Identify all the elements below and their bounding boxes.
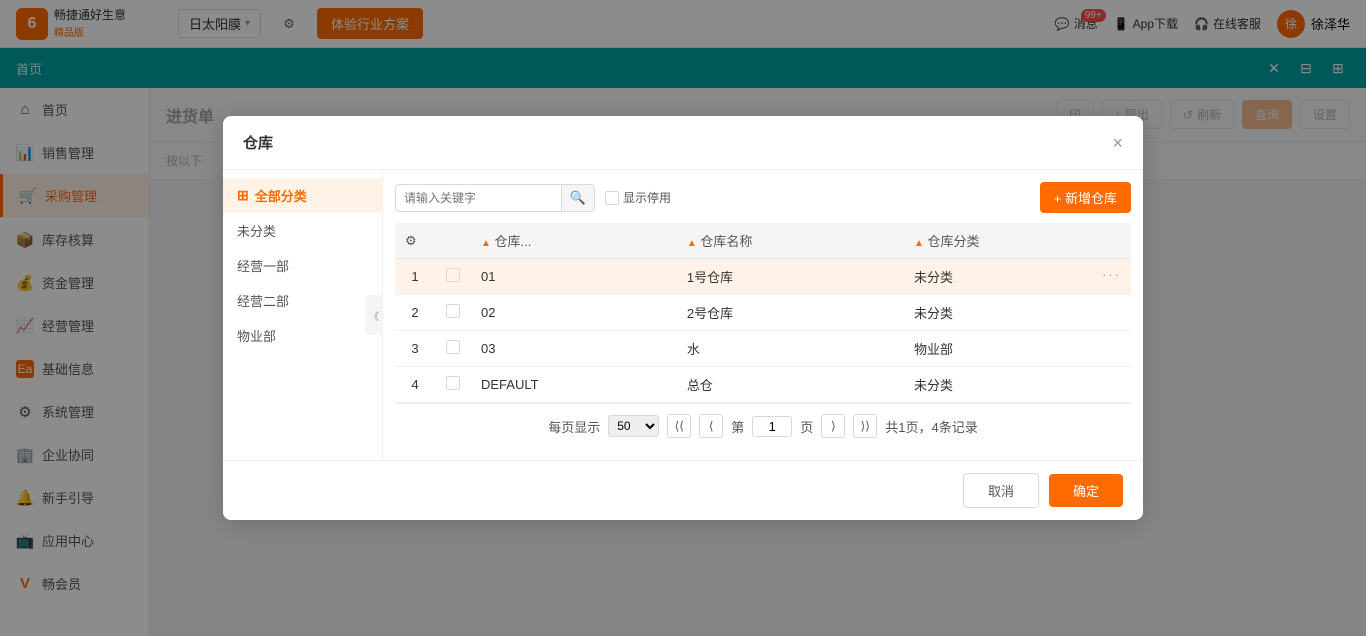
warehouse-modal: 仓库 × ⊞ 全部分类 未分类 经营一部 经营二部 物业部 《 xyxy=(223,116,1143,520)
category-item-ops1[interactable]: 经营一部 xyxy=(223,248,382,283)
sort-icon: ▲ xyxy=(481,238,491,249)
row-name: 1号仓库 xyxy=(677,259,904,295)
search-input[interactable] xyxy=(396,186,561,210)
modal-close-button[interactable]: × xyxy=(1112,134,1123,152)
category-item-uncategorized[interactable]: 未分类 xyxy=(223,213,382,248)
row-category: 物业部 xyxy=(904,331,1131,367)
page-size-select[interactable]: 50 10 20 100 xyxy=(608,415,659,437)
row-checkbox-cell[interactable] xyxy=(435,259,471,295)
pagination-bar: 每页显示 50 10 20 100 ⟨⟨ ⟨ 第 页 ⟩ ⟩⟩ 共1页，4条记录 xyxy=(395,403,1131,448)
row-code: DEFAULT xyxy=(471,367,677,403)
warehouse-table: ⚙ ▲ 仓库... ▲ 仓库名称 ▲ 仓库分类 xyxy=(395,223,1131,403)
table-row[interactable]: 3 03 水 物业部 xyxy=(395,331,1131,367)
category-item-ops2[interactable]: 经营二部 xyxy=(223,283,382,318)
th-category: ▲ 仓库分类 xyxy=(904,223,1131,259)
row-category: 未分类 ··· xyxy=(904,259,1131,295)
row-name: 总仓 xyxy=(677,367,904,403)
page-label: 第 xyxy=(731,417,744,436)
prev-page-button[interactable]: ⟨ xyxy=(699,414,723,438)
sort-icon3: ▲ xyxy=(914,238,924,249)
modal-header: 仓库 × xyxy=(223,116,1143,170)
modal-footer: 取消 确定 xyxy=(223,460,1143,520)
row-checkbox[interactable] xyxy=(446,376,460,390)
row-code: 03 xyxy=(471,331,677,367)
modal-overlay: 仓库 × ⊞ 全部分类 未分类 经营一部 经营二部 物业部 《 xyxy=(0,0,1366,636)
row-checkbox-cell[interactable] xyxy=(435,367,471,403)
table-row[interactable]: 2 02 2号仓库 未分类 xyxy=(395,295,1131,331)
row-num: 1 xyxy=(395,259,435,295)
page-summary: 共1页，4条记录 xyxy=(885,417,977,436)
page-unit: 页 xyxy=(800,417,813,436)
add-warehouse-button[interactable]: + 新增仓库 xyxy=(1040,182,1131,213)
row-checkbox[interactable] xyxy=(446,268,460,282)
th-name: ▲ 仓库名称 xyxy=(677,223,904,259)
row-num: 2 xyxy=(395,295,435,331)
table-row[interactable]: 1 01 1号仓库 未分类 ··· xyxy=(395,259,1131,295)
show-disabled-label[interactable]: 显示停用 xyxy=(605,189,671,206)
sort-icon2: ▲ xyxy=(687,238,697,249)
search-button[interactable]: 🔍 xyxy=(561,185,594,211)
row-category: 未分类 xyxy=(904,295,1131,331)
modal-body: ⊞ 全部分类 未分类 经营一部 经营二部 物业部 《 🔍 xyxy=(223,170,1143,460)
table-header-row: ⚙ ▲ 仓库... ▲ 仓库名称 ▲ 仓库分类 xyxy=(395,223,1131,259)
table-wrapper: ⚙ ▲ 仓库... ▲ 仓库名称 ▲ 仓库分类 xyxy=(395,223,1131,403)
category-item-property[interactable]: 物业部 xyxy=(223,318,382,353)
row-name: 2号仓库 xyxy=(677,295,904,331)
last-page-button[interactable]: ⟩⟩ xyxy=(853,414,877,438)
category-all-item[interactable]: ⊞ 全部分类 xyxy=(223,178,382,213)
page-size-label: 每页显示 xyxy=(548,417,600,436)
table-row[interactable]: 4 DEFAULT 总仓 未分类 xyxy=(395,367,1131,403)
row-code: 02 xyxy=(471,295,677,331)
table-toolbar: 🔍 显示停用 + 新增仓库 xyxy=(395,182,1131,213)
row-num: 4 xyxy=(395,367,435,403)
search-input-wrap: 🔍 xyxy=(395,184,595,212)
modal-title: 仓库 xyxy=(243,132,273,153)
row-num: 3 xyxy=(395,331,435,367)
page-input[interactable] xyxy=(752,416,792,437)
row-checkbox[interactable] xyxy=(446,340,460,354)
confirm-button[interactable]: 确定 xyxy=(1049,474,1123,507)
row-actions-icon[interactable]: ··· xyxy=(1102,267,1121,282)
category-panel: ⊞ 全部分类 未分类 经营一部 经营二部 物业部 《 xyxy=(223,170,383,460)
table-panel: 🔍 显示停用 + 新增仓库 ⚙ xyxy=(383,170,1143,460)
th-code: ▲ 仓库... xyxy=(471,223,677,259)
row-name: 水 xyxy=(677,331,904,367)
category-all-label: 全部分类 xyxy=(255,186,307,205)
first-page-button[interactable]: ⟨⟨ xyxy=(667,414,691,438)
th-gear: ⚙ xyxy=(395,223,435,259)
row-checkbox[interactable] xyxy=(446,304,460,318)
th-check xyxy=(435,223,471,259)
show-disabled-checkbox[interactable] xyxy=(605,191,619,205)
row-code: 01 xyxy=(471,259,677,295)
grid-icon: ⊞ xyxy=(237,187,249,204)
next-page-button[interactable]: ⟩ xyxy=(821,414,845,438)
collapse-panel-button[interactable]: 《 xyxy=(366,295,382,335)
row-checkbox-cell[interactable] xyxy=(435,331,471,367)
cancel-button[interactable]: 取消 xyxy=(963,473,1039,508)
row-category: 未分类 xyxy=(904,367,1131,403)
gear-icon: ⚙ xyxy=(405,233,417,248)
row-checkbox-cell[interactable] xyxy=(435,295,471,331)
